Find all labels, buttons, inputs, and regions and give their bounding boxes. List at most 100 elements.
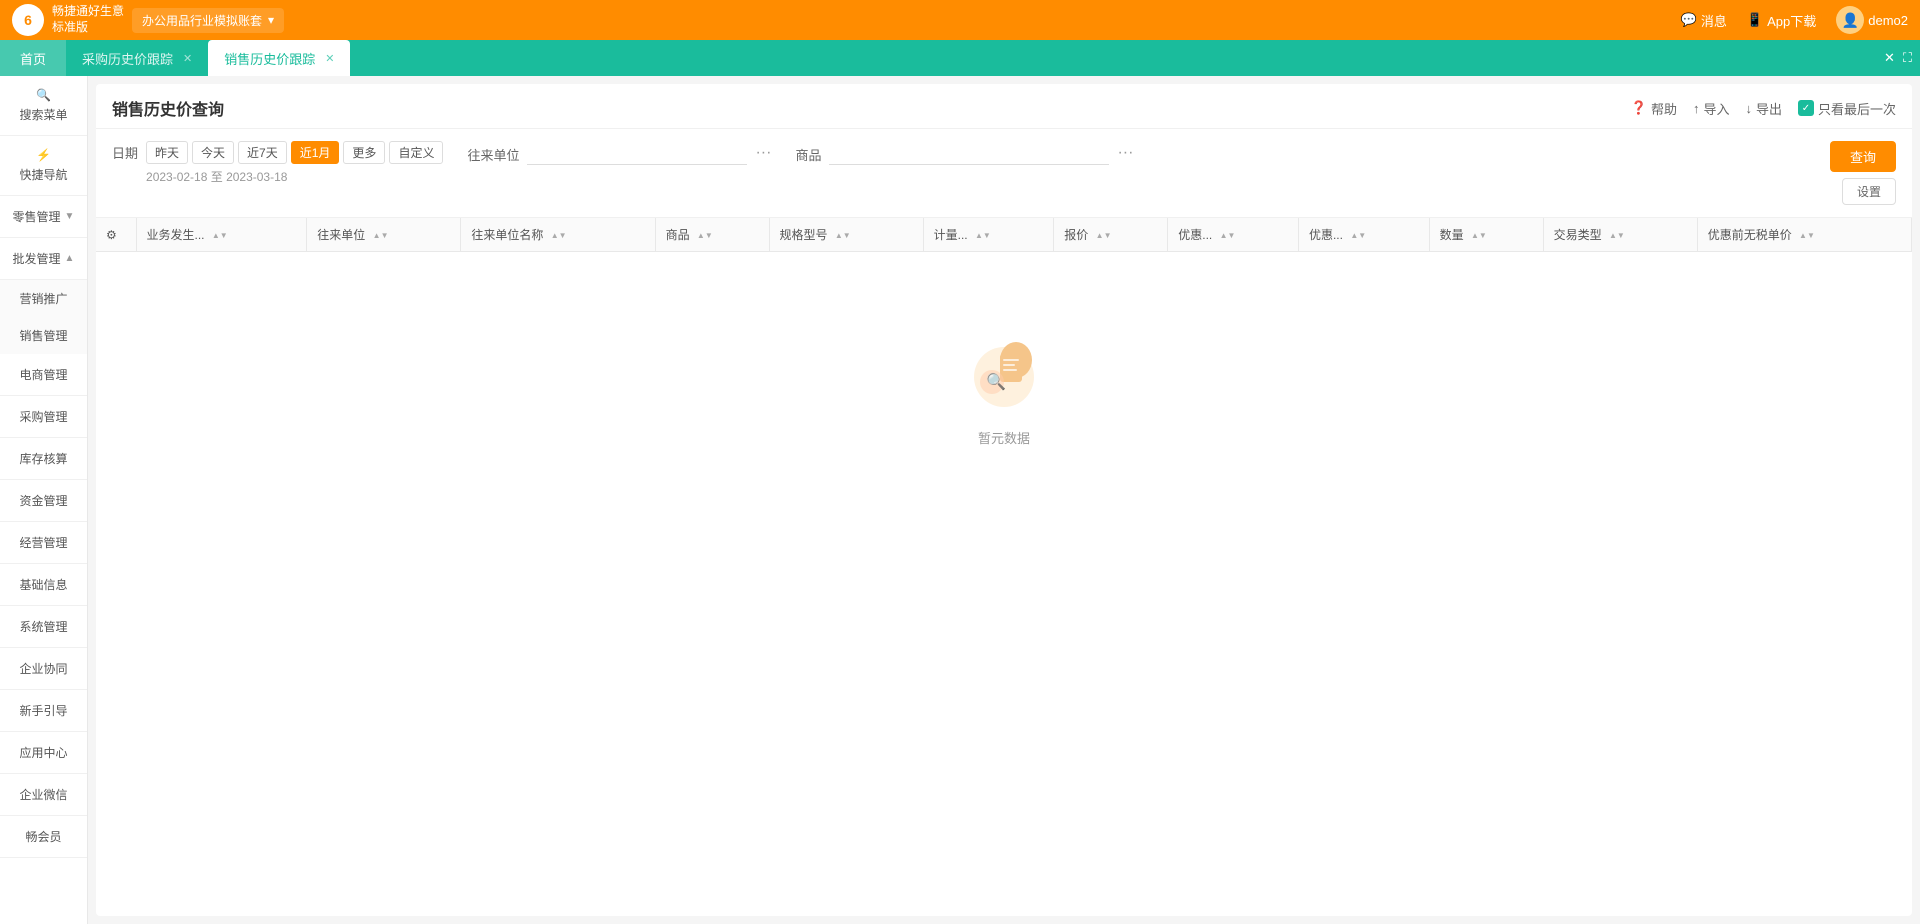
th-discount2[interactable]: 优惠... ▲▼	[1298, 218, 1429, 252]
th-spec-label: 规格型号	[780, 228, 828, 242]
content-area: 销售历史价查询 ❓ 帮助 ↑ 导入 ↓ 导出 ✓	[88, 76, 1920, 924]
chevron-down-icon: ▼	[65, 211, 75, 222]
sidebar-item-system[interactable]: 系统管理	[0, 606, 87, 648]
sidebar-item-inventory[interactable]: 库存核算	[0, 438, 87, 480]
sidebar-item-newcomer[interactable]: 新手引导	[0, 690, 87, 732]
date-filter-label: 日期	[112, 143, 138, 162]
message-button[interactable]: 💬 消息	[1681, 11, 1727, 30]
th-biz-date[interactable]: 业务发生... ▲▼	[136, 218, 307, 252]
export-icon: ↓	[1745, 101, 1752, 116]
sidebar-item-purchase-mgmt[interactable]: 采购管理	[0, 396, 87, 438]
chevron-up-icon: ▲	[65, 253, 75, 264]
th-quantity[interactable]: 数量 ▲▼	[1429, 218, 1543, 252]
sort-icon: ▲▼	[975, 232, 991, 240]
goods-filter-label: 商品	[795, 145, 821, 164]
th-goods[interactable]: 商品 ▲▼	[655, 218, 769, 252]
message-icon: 💬	[1681, 12, 1697, 28]
date-btn-custom[interactable]: 自定义	[389, 141, 443, 164]
th-spec[interactable]: 规格型号 ▲▼	[769, 218, 923, 252]
goods-dots-icon[interactable]: ···	[1117, 144, 1133, 162]
tab-purchase-close-icon[interactable]: ✕	[183, 52, 192, 65]
sidebar-item-finance[interactable]: 资金管理	[0, 480, 87, 522]
th-quote-price[interactable]: 报价 ▲▼	[1054, 218, 1168, 252]
th-discount1[interactable]: 优惠... ▲▼	[1168, 218, 1299, 252]
help-button[interactable]: ❓ 帮助	[1631, 99, 1677, 118]
th-quantity-label: 数量	[1440, 228, 1464, 242]
th-pre-tax-price[interactable]: 优惠前无税单价 ▲▼	[1697, 218, 1911, 252]
th-partner-code[interactable]: 往来单位 ▲▼	[307, 218, 461, 252]
ecommerce-label: 电商管理	[19, 366, 67, 383]
date-btn-7days[interactable]: 近7天	[238, 141, 287, 164]
settings-button[interactable]: 设置	[1842, 178, 1896, 205]
sidebar: 🔍 搜索菜单 ⚡ 快捷导航 零售管理 ▼ 批发管理 ▲ 营销推广 销售管理 电商…	[0, 76, 88, 924]
export-button[interactable]: ↓ 导出	[1745, 99, 1782, 118]
tab-close-all-icon[interactable]: ✕	[1884, 50, 1895, 66]
user-menu[interactable]: 👤 demo2	[1836, 6, 1908, 34]
import-icon: ↑	[1693, 101, 1700, 116]
enterprise-wx-label: 企业微信	[19, 786, 67, 803]
svg-text:🔍: 🔍	[986, 371, 1006, 391]
sidebar-item-marketing[interactable]: 营销推广	[0, 280, 87, 317]
tab-sales-close-icon[interactable]: ✕	[325, 52, 334, 65]
sidebar-item-enterprise[interactable]: 企业协同	[0, 648, 87, 690]
sidebar-item-membership[interactable]: 畅会员	[0, 816, 87, 858]
filter-area: 日期 昨天 今天 近7天 近1月 更多 自定义 2023-02-18 至 202…	[96, 129, 1912, 218]
account-name: 办公用品行业模拟账套	[142, 12, 262, 29]
sort-icon: ▲▼	[1799, 232, 1815, 240]
enterprise-label: 企业协同	[19, 660, 67, 677]
tab-sales-history[interactable]: 销售历史价跟踪 ✕	[208, 40, 350, 76]
main-layout: 🔍 搜索菜单 ⚡ 快捷导航 零售管理 ▼ 批发管理 ▲ 营销推广 销售管理 电商…	[0, 76, 1920, 924]
app-center-label: 应用中心	[19, 744, 67, 761]
logo-icon: 6	[12, 4, 44, 36]
logo-text: 畅捷通好生意 标准版	[52, 4, 124, 35]
date-btn-yesterday[interactable]: 昨天	[146, 141, 188, 164]
sidebar-item-app-center[interactable]: 应用中心	[0, 732, 87, 774]
partner-dots-icon[interactable]: ···	[755, 144, 771, 162]
newcomer-label: 新手引导	[19, 702, 67, 719]
th-unit[interactable]: 计量... ▲▼	[923, 218, 1054, 252]
date-btn-1month[interactable]: 近1月	[291, 141, 340, 164]
settings-icon: ⚙	[106, 228, 117, 242]
sidebar-item-quick-nav[interactable]: ⚡ 快捷导航	[0, 136, 87, 196]
sidebar-item-basic-info[interactable]: 基础信息	[0, 564, 87, 606]
quick-nav-label: 快捷导航	[19, 166, 67, 183]
date-filter-group: 日期 昨天 今天 近7天 近1月 更多 自定义 2023-02-18 至 202…	[112, 141, 443, 185]
marketing-label: 营销推广	[19, 292, 67, 306]
partner-input[interactable]	[527, 141, 747, 165]
sidebar-item-sales-mgmt[interactable]: 销售管理	[0, 317, 87, 354]
operations-label: 经营管理	[19, 534, 67, 551]
query-button[interactable]: 查询	[1830, 141, 1896, 172]
th-settings[interactable]: ⚙	[96, 218, 136, 252]
search-menu-label: 搜索菜单	[19, 106, 67, 123]
th-discount2-label: 优惠...	[1309, 228, 1343, 242]
account-dropdown[interactable]: 办公用品行业模拟账套 ▾	[132, 8, 284, 33]
basic-info-label: 基础信息	[19, 576, 67, 593]
sidebar-item-operations[interactable]: 经营管理	[0, 522, 87, 564]
tab-purchase-history[interactable]: 采购历史价跟踪 ✕	[66, 40, 208, 76]
tab-sales-label: 销售历史价跟踪	[224, 49, 315, 68]
import-button[interactable]: ↑ 导入	[1693, 99, 1730, 118]
sidebar-item-search-menu[interactable]: 🔍 搜索菜单	[0, 76, 87, 136]
tab-bar: 首页 采购历史价跟踪 ✕ 销售历史价跟踪 ✕ ✕ ⛶	[0, 40, 1920, 76]
th-partner-name[interactable]: 往来单位名称 ▲▼	[461, 218, 655, 252]
th-trade-type[interactable]: 交易类型 ▲▼	[1543, 218, 1697, 252]
sidebar-item-enterprise-wx[interactable]: 企业微信	[0, 774, 87, 816]
import-label: 导入	[1703, 99, 1729, 118]
sidebar-item-retail-mgmt[interactable]: 零售管理 ▼	[0, 196, 87, 238]
tab-maximize-icon[interactable]: ⛶	[1903, 50, 1912, 66]
date-btn-more[interactable]: 更多	[343, 141, 385, 164]
sidebar-item-ecommerce[interactable]: 电商管理	[0, 354, 87, 396]
only-last-toggle[interactable]: ✓ 只看最后一次	[1798, 99, 1896, 118]
sales-mgmt-label: 销售管理	[19, 329, 67, 343]
phone-icon: 📱	[1747, 12, 1763, 28]
home-label: 首页	[20, 49, 46, 68]
sidebar-item-wholesale-mgmt[interactable]: 批发管理 ▲	[0, 238, 87, 280]
goods-input[interactable]	[829, 141, 1109, 165]
app-download-button[interactable]: 📱 App下载	[1747, 11, 1816, 30]
th-pre-tax-price-label: 优惠前无税单价	[1708, 228, 1792, 242]
tab-home[interactable]: 首页	[0, 40, 66, 76]
date-btn-today[interactable]: 今天	[192, 141, 234, 164]
chevron-down-icon: ▾	[268, 13, 274, 27]
membership-label: 畅会员	[25, 828, 61, 845]
export-label: 导出	[1756, 99, 1782, 118]
